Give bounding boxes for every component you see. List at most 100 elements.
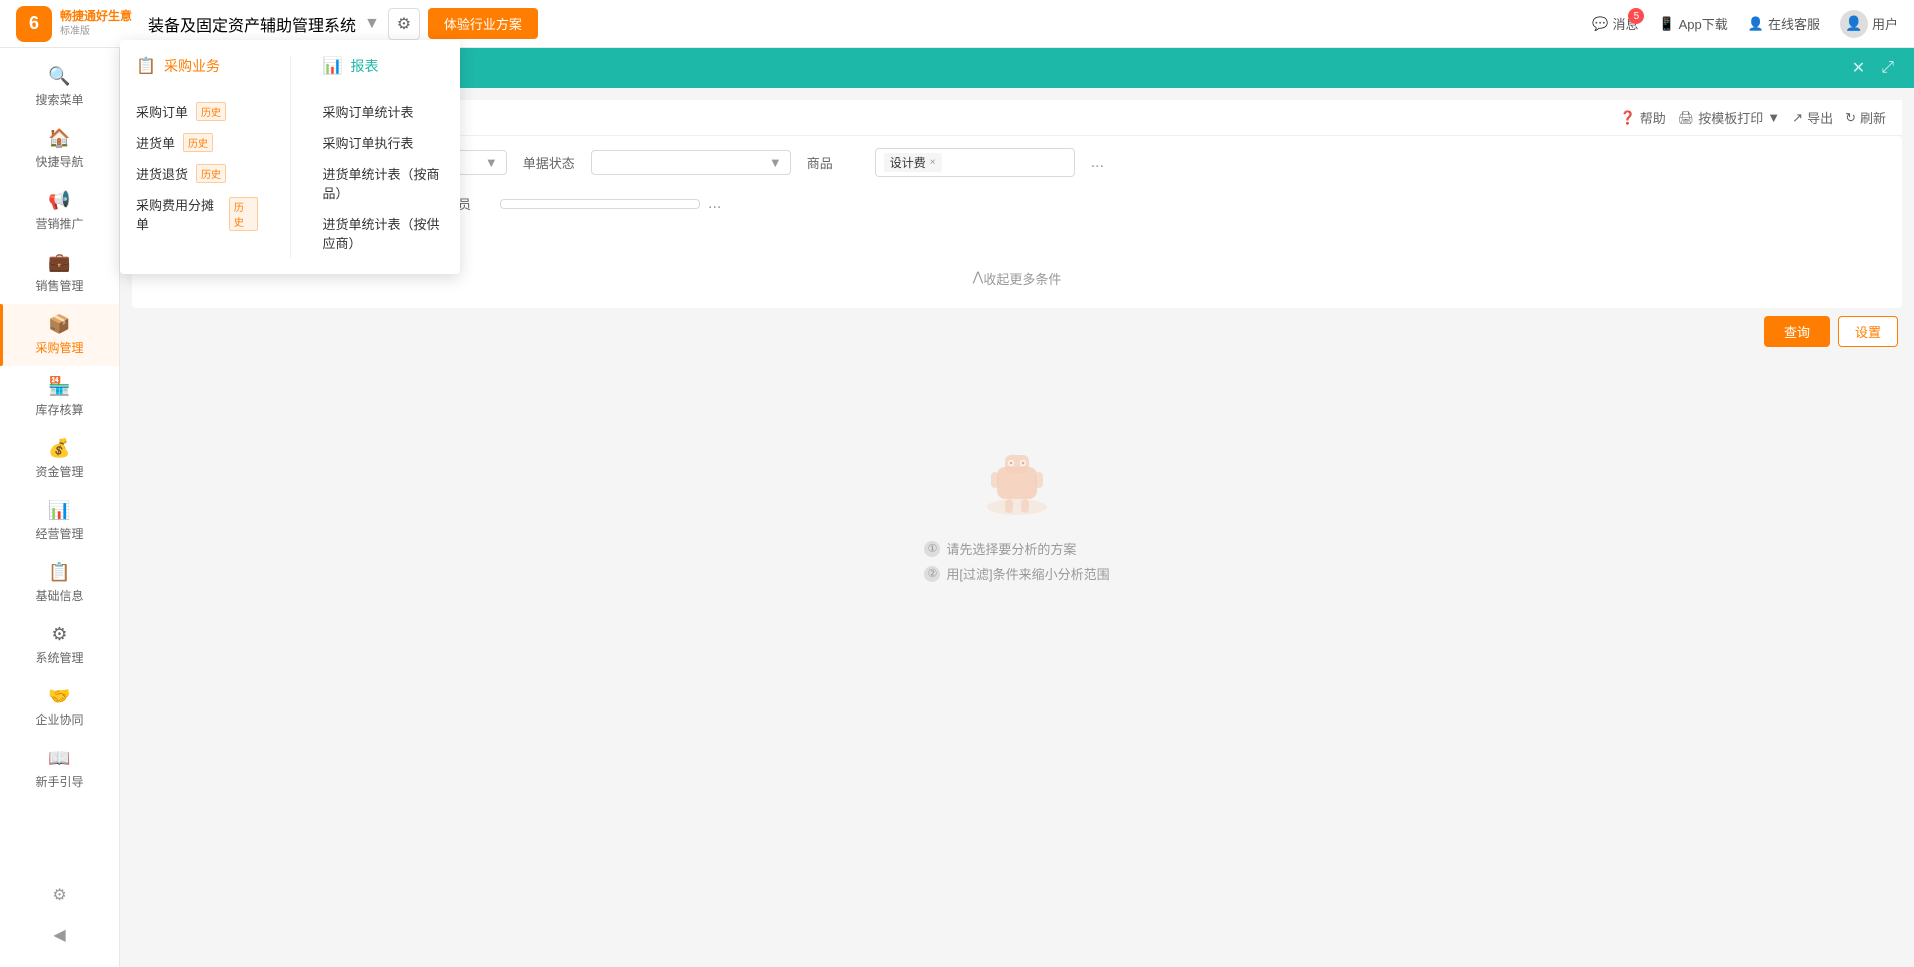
dropdown-expense[interactable]: 采购费用分摊单 历史	[136, 189, 258, 239]
export-icon: ↗	[1792, 110, 1803, 126]
export-button[interactable]: ↗ 导出	[1792, 108, 1833, 127]
salesperson-more-dots[interactable]: ...	[708, 195, 721, 213]
help-label: 帮助	[1640, 108, 1666, 127]
query-button[interactable]: 查询	[1764, 316, 1830, 347]
inbound-stats-supplier-label: 进货单统计表（按供应商）	[323, 214, 445, 252]
goods-label: 商品	[807, 153, 867, 172]
sidebar-item-search[interactable]: 🔍 搜索菜单	[0, 56, 119, 118]
tab-close-window-icon[interactable]: ✕	[1848, 54, 1869, 82]
sidebar-item-label: 基础信息	[35, 587, 83, 604]
report-col: 📊 报表 采购订单统计表 采购订单执行表 进货单统计表（按商品） 进货单统计表（…	[323, 56, 445, 258]
dropdown-inbound[interactable]: 进货单 历史	[136, 127, 258, 158]
purchase-col-icon: 📋	[136, 56, 156, 76]
app-download-label: App下载	[1679, 14, 1728, 33]
online-service-label: 在线客服	[1768, 14, 1820, 33]
user-area[interactable]: 👤 用户	[1840, 10, 1898, 38]
return-label: 进货退货	[136, 164, 188, 183]
finance-icon: 💰	[48, 438, 70, 459]
sidebar-item-label: 库存核算	[35, 401, 83, 418]
sidebar-item-marketing[interactable]: 📢 营销推广	[0, 180, 119, 242]
search-icon: 🔍	[48, 66, 70, 87]
dropdown-order-exec[interactable]: 采购订单执行表	[323, 127, 445, 158]
goods-filter-group: 商品 设计费 ×	[807, 148, 1075, 177]
marketing-icon: 📢	[48, 190, 70, 211]
print-arrow-icon: ▼	[1767, 110, 1780, 125]
purchase-order-history-badge: 历史	[196, 102, 226, 121]
sidebar-item-finance[interactable]: 💰 资金管理	[0, 428, 119, 490]
sidebar-item-enterprise[interactable]: 🤝 企业协同	[0, 676, 119, 738]
industry-button[interactable]: 体验行业方案	[428, 8, 538, 39]
print-label: 按模板打印	[1698, 108, 1763, 127]
sidebar-bottom: ⚙ ◀	[0, 879, 119, 967]
goods-tag-close-icon[interactable]: ×	[930, 157, 936, 168]
help-button[interactable]: ❓ 帮助	[1620, 108, 1666, 127]
step-1-text: 请先选择要分析的方案	[946, 539, 1076, 558]
inbound-stats-goods-label: 进货单统计表（按商品）	[323, 164, 445, 202]
system-title-text: 装备及固定资产辅助管理系统	[148, 12, 356, 36]
sidebar-item-label: 营销推广	[35, 215, 83, 232]
voucher-status-arrow-icon: ▼	[769, 155, 782, 170]
purchase-order-label: 采购订单	[136, 102, 188, 121]
goods-tag-input[interactable]: 设计费 ×	[875, 148, 1075, 177]
sidebar-item-purchase[interactable]: 📦 采购管理	[0, 304, 119, 366]
voucher-status-select[interactable]: ▼	[591, 150, 791, 175]
setting-button[interactable]: 设置	[1838, 316, 1898, 347]
step-2-num: ②	[924, 566, 940, 582]
sidebar-item-inventory[interactable]: 🏪 库存核算	[0, 366, 119, 428]
dropdown-order-stats[interactable]: 采购订单统计表	[323, 96, 445, 127]
empty-text: ① 请先选择要分析的方案 ② 用[过滤]条件来缩小分析范围	[924, 539, 1109, 583]
info-icon: 📋	[48, 562, 70, 583]
sidebar-item-guide[interactable]: 📖 新手引导	[0, 738, 119, 800]
message-icon: 💬	[1592, 16, 1608, 32]
dropdown-arrow-icon[interactable]: ▼	[364, 15, 380, 33]
order-stats-label: 采购订单统计表	[323, 102, 414, 121]
step-2-text: 用[过滤]条件来缩小分析范围	[946, 564, 1109, 583]
inbound-label: 进货单	[136, 133, 175, 152]
tab-maximize-icon[interactable]: ⤢	[1877, 55, 1898, 81]
goods-tag: 设计费 ×	[884, 153, 942, 172]
brand-name: 畅捷通好生意	[60, 9, 132, 25]
settings-icon[interactable]: ⚙	[388, 8, 420, 40]
report-col-label: 报表	[351, 56, 379, 76]
refresh-button[interactable]: ↻ 刷新	[1845, 108, 1886, 127]
refresh-icon: ↻	[1845, 110, 1856, 126]
empty-illustration	[967, 427, 1067, 527]
collapse-icon: ⋀	[973, 269, 984, 288]
system-title: 装备及固定资产辅助管理系统 ▼ ⚙ 体验行业方案	[148, 8, 1580, 40]
export-label: 导出	[1807, 108, 1833, 127]
print-button[interactable]: 🖨 按模板打印 ▼	[1678, 108, 1780, 127]
app-download-button[interactable]: 📱 App下载	[1658, 14, 1727, 33]
salesperson-input[interactable]	[500, 199, 700, 209]
sidebar-item-label: 新手引导	[35, 773, 83, 790]
sidebar-item-basic-info[interactable]: 📋 基础信息	[0, 552, 119, 614]
purchase-col-label: 采购业务	[164, 56, 220, 76]
online-service-button[interactable]: 👤 在线客服	[1748, 14, 1820, 33]
goods-more-dots[interactable]: ...	[1091, 154, 1104, 172]
purchase-col-title: 📋 采购业务	[136, 56, 258, 84]
sidebar-item-operations[interactable]: 📊 经营管理	[0, 490, 119, 552]
refresh-label: 刷新	[1860, 108, 1886, 127]
print-icon: 🖨	[1678, 110, 1695, 126]
step-1-num: ①	[924, 541, 940, 557]
sidebar-collapse-icon[interactable]: ◀	[44, 919, 76, 951]
logo-area: 6 畅捷通好生意 标准版	[16, 6, 136, 42]
message-button[interactable]: 💬 消息 5	[1592, 14, 1638, 33]
collapse-label: 收起更多条件	[983, 269, 1061, 288]
empty-state: ① 请先选择要分析的方案 ② 用[过滤]条件来缩小分析范围	[132, 427, 1902, 583]
user-label: 用户	[1872, 14, 1898, 33]
sidebar-item-label: 系统管理	[35, 649, 83, 666]
purchase-dropdown-menu: 📋 采购业务 采购订单 历史 进货单 历史 进货退货 历史 采购费用分摊单 历史…	[120, 40, 460, 274]
dropdown-purchase-order[interactable]: 采购订单 历史	[136, 96, 258, 127]
sidebar-item-quicknav[interactable]: 🏠 快捷导航	[0, 118, 119, 180]
sidebar-item-sales[interactable]: 💼 销售管理	[0, 242, 119, 304]
dropdown-inbound-stats-goods[interactable]: 进货单统计表（按商品）	[323, 158, 445, 208]
dropdown-return[interactable]: 进货退货 历史	[136, 158, 258, 189]
dropdown-inbound-stats-supplier[interactable]: 进货单统计表（按供应商）	[323, 208, 445, 258]
sidebar-item-system[interactable]: ⚙ 系统管理	[0, 614, 119, 676]
logo-icon: 6	[16, 6, 52, 42]
sidebar-settings-icon[interactable]: ⚙	[44, 879, 76, 911]
voucher-status-group: 单据状态 ▼	[523, 150, 791, 175]
home-icon: 🏠	[48, 128, 70, 149]
report-col-title: 📊 报表	[323, 56, 445, 84]
dropdown-divider	[290, 56, 291, 258]
